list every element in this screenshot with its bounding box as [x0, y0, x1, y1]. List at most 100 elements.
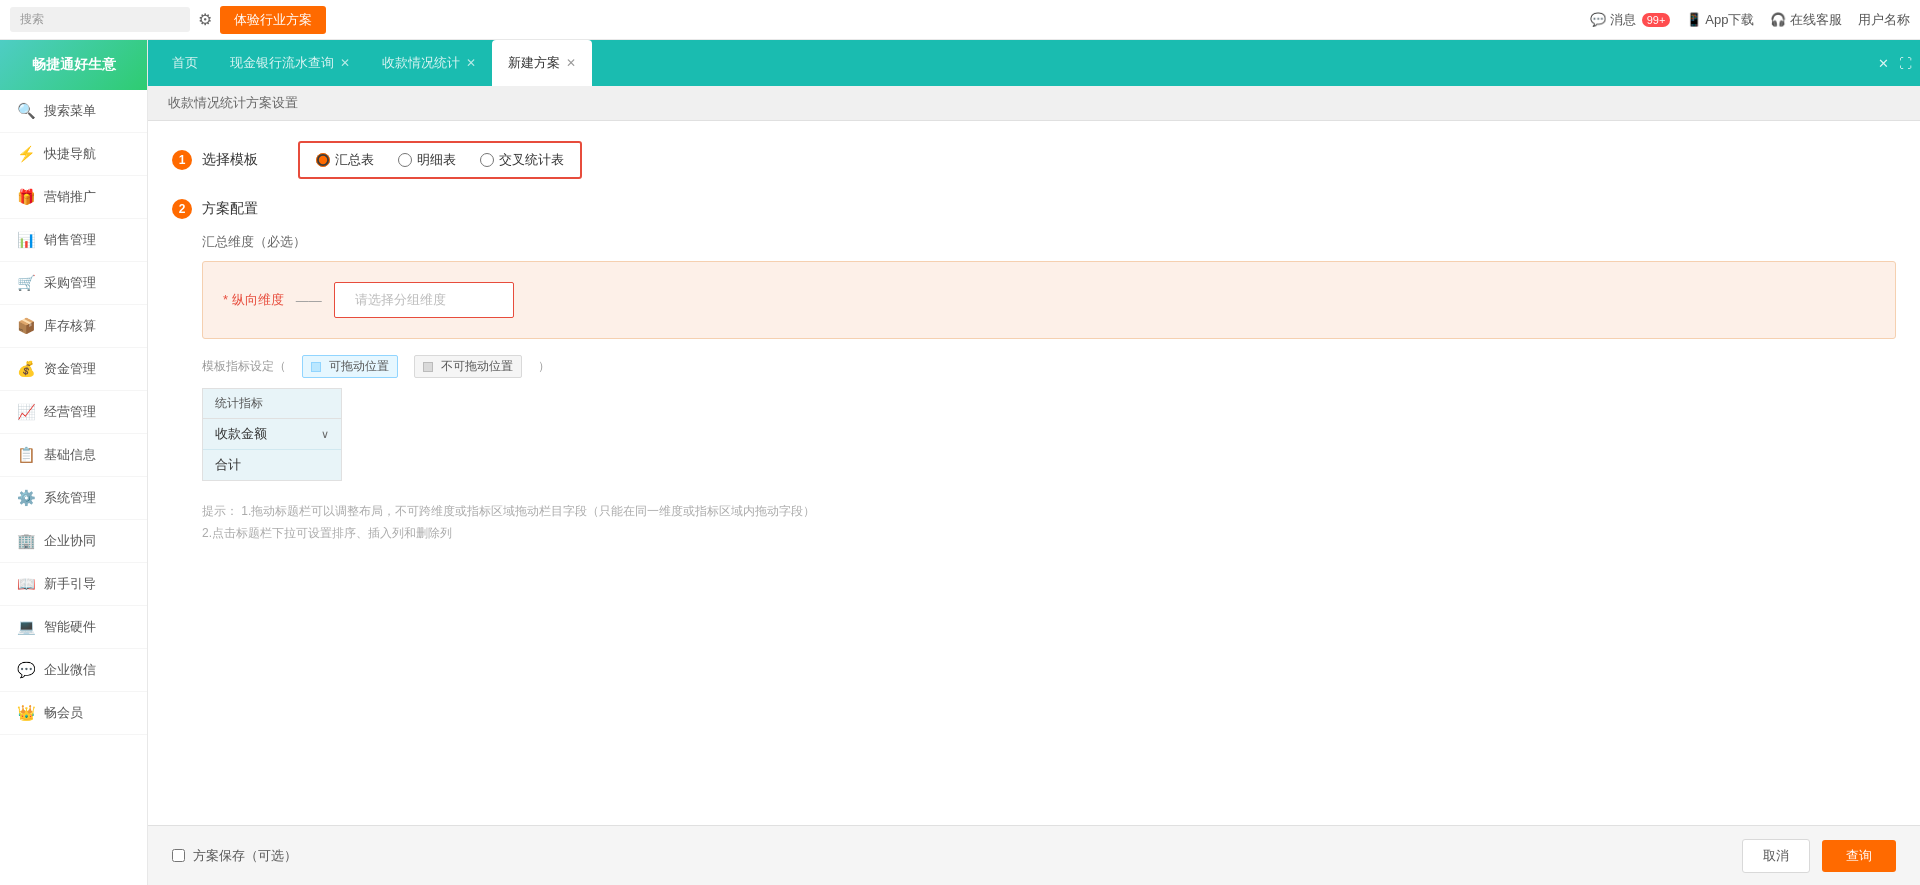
sidebar-label-finance: 资金管理 [44, 360, 96, 378]
sidebar-label-operations: 经营管理 [44, 403, 96, 421]
bottom-bar: 方案保存（可选） 取消 查询 [148, 825, 1920, 885]
operations-icon: 📈 [16, 403, 36, 421]
sidebar-item-quick-nav[interactable]: ⚡ 快捷导航 [0, 133, 147, 176]
tab-fullscreen-icon[interactable]: ⛶ [1899, 56, 1912, 71]
radio-summary[interactable]: 汇总表 [316, 151, 374, 169]
radio-cross-label: 交叉统计表 [499, 151, 564, 169]
top-header: 搜索 ⚙ 体验行业方案 💬 消息 99+ 📱 App下载 🎧 在线客服 用户名称 [0, 0, 1920, 40]
guide-icon: 📖 [16, 575, 36, 593]
movable-label: 可拖动位置 [329, 358, 389, 375]
step1-header: 1 选择模板 汇总表 明细表 [172, 141, 1896, 179]
download-label: App下载 [1705, 12, 1754, 27]
page-title: 收款情况统计方案设置 [168, 95, 298, 110]
radio-detail-input[interactable] [398, 153, 412, 167]
sidebar-item-basic-info[interactable]: 📋 基础信息 [0, 434, 147, 477]
sidebar-item-weixin[interactable]: 💬 企业微信 [0, 649, 147, 692]
sidebar-item-purchase[interactable]: 🛒 采购管理 [0, 262, 147, 305]
member-icon: 👑 [16, 704, 36, 722]
system-icon: ⚙️ [16, 489, 36, 507]
inventory-icon: 📦 [16, 317, 36, 335]
sidebar-item-system[interactable]: ⚙️ 系统管理 [0, 477, 147, 520]
sidebar: 畅捷通好生意 🔍 搜索菜单 ⚡ 快捷导航 🎁 营销推广 📊 销售管理 🛒 采购管… [0, 40, 148, 885]
tab-collection-stats[interactable]: 收款情况统计 ✕ [366, 40, 492, 86]
close-tab-collection-icon[interactable]: ✕ [466, 56, 476, 70]
step2-header: 2 方案配置 [172, 199, 1896, 219]
sidebar-item-inventory[interactable]: 📦 库存核算 [0, 305, 147, 348]
cancel-button[interactable]: 取消 [1742, 839, 1810, 873]
radio-summary-label: 汇总表 [335, 151, 374, 169]
stats-table-row-0[interactable]: 收款金额 ∨ [203, 419, 341, 450]
hardware-icon: 💻 [16, 618, 36, 636]
header-right: 💬 消息 99+ 📱 App下载 🎧 在线客服 用户名称 [1590, 11, 1910, 29]
main-layout: 畅捷通好生意 🔍 搜索菜单 ⚡ 快捷导航 🎁 营销推广 📊 销售管理 🛒 采购管… [0, 40, 1920, 885]
metrics-section-title-prefix: 模板指标设定（ [202, 358, 286, 375]
dimension-section-title: 汇总维度（必选） [202, 233, 1896, 251]
close-tab-new-plan-icon[interactable]: ✕ [566, 56, 576, 70]
top-search-bar[interactable]: 搜索 [10, 7, 190, 32]
sidebar-item-sales[interactable]: 📊 销售管理 [0, 219, 147, 262]
weixin-icon: 💬 [16, 661, 36, 679]
tab-cash-bank-label: 现金银行流水查询 [230, 54, 334, 72]
sidebar-label-search: 搜索菜单 [44, 102, 96, 120]
purchase-icon: 🛒 [16, 274, 36, 292]
notification-item[interactable]: 💬 消息 99+ [1590, 11, 1670, 29]
save-checkbox-row: 方案保存（可选） [172, 847, 297, 865]
user-name[interactable]: 用户名称 [1858, 11, 1910, 29]
tab-home[interactable]: 首页 [156, 40, 214, 86]
stats-cell-label-0: 收款金额 [215, 425, 267, 443]
sidebar-item-guide[interactable]: 📖 新手引导 [0, 563, 147, 606]
tab-bar-right-icons: ✕ ⛶ [1878, 56, 1912, 71]
stats-cell-chevron-0[interactable]: ∨ [321, 428, 329, 441]
tab-cash-bank[interactable]: 现金银行流水查询 ✕ [214, 40, 366, 86]
metrics-section-title-suffix: ） [538, 358, 550, 375]
save-checkbox[interactable] [172, 849, 185, 862]
content-area: 首页 现金银行流水查询 ✕ 收款情况统计 ✕ 新建方案 ✕ ✕ ⛶ 收款情况统计… [148, 40, 1920, 885]
tip-line2: 2.点击标题栏下拉可设置排序、插入列和删除列 [202, 523, 1896, 545]
trial-button[interactable]: 体验行业方案 [220, 6, 326, 34]
finance-icon: 💰 [16, 360, 36, 378]
save-checkbox-label: 方案保存（可选） [193, 847, 297, 865]
dimension-select-input[interactable]: 请选择分组维度 [334, 282, 514, 318]
notification-label: 消息 [1610, 12, 1636, 27]
tab-close-all-icon[interactable]: ✕ [1878, 56, 1889, 71]
page-title-bar: 收款情况统计方案设置 [148, 86, 1920, 121]
sidebar-item-operations[interactable]: 📈 经营管理 [0, 391, 147, 434]
dimension-row-label: * 纵向维度 [223, 291, 284, 309]
dimension-arrow-icon: —— [296, 293, 322, 308]
metrics-hint-row: 模板指标设定（ 可拖动位置 不可拖动位置 ） [202, 355, 1896, 378]
sidebar-label-member: 畅会员 [44, 704, 83, 722]
radio-detail[interactable]: 明细表 [398, 151, 456, 169]
not-movable-label: 不可拖动位置 [441, 358, 513, 375]
settings-icon[interactable]: ⚙ [198, 10, 212, 29]
sidebar-item-finance[interactable]: 💰 资金管理 [0, 348, 147, 391]
radio-detail-label: 明细表 [417, 151, 456, 169]
sidebar-label-guide: 新手引导 [44, 575, 96, 593]
dimension-config-section: 汇总维度（必选） * 纵向维度 —— 请选择分组维度 [172, 233, 1896, 339]
query-button[interactable]: 查询 [1822, 840, 1896, 872]
radio-cross-input[interactable] [480, 153, 494, 167]
step1-section: 1 选择模板 汇总表 明细表 [172, 141, 1896, 179]
enterprise-icon: 🏢 [16, 532, 36, 550]
tab-new-plan-label: 新建方案 [508, 54, 560, 72]
download-item[interactable]: 📱 App下载 [1686, 11, 1754, 29]
sidebar-label-inventory: 库存核算 [44, 317, 96, 335]
not-movable-chip: 不可拖动位置 [414, 355, 522, 378]
basic-info-icon: 📋 [16, 446, 36, 464]
sidebar-item-marketing[interactable]: 🎁 营销推广 [0, 176, 147, 219]
sidebar-item-search-menu[interactable]: 🔍 搜索菜单 [0, 90, 147, 133]
tab-home-label: 首页 [172, 54, 198, 72]
sidebar-item-member[interactable]: 👑 畅会员 [0, 692, 147, 735]
notification-badge: 99+ [1642, 13, 1671, 27]
sidebar-item-enterprise[interactable]: 🏢 企业协同 [0, 520, 147, 563]
sidebar-label-enterprise: 企业协同 [44, 532, 96, 550]
sidebar-item-hardware[interactable]: 💻 智能硬件 [0, 606, 147, 649]
tab-new-plan[interactable]: 新建方案 ✕ [492, 40, 592, 86]
stats-table-total: 合计 [203, 450, 341, 480]
tips-section: 提示： 1.拖动标题栏可以调整布局，不可跨维度或指标区域拖动栏目字段（只能在同一… [202, 501, 1896, 544]
step1-number: 1 [172, 150, 192, 170]
radio-cross[interactable]: 交叉统计表 [480, 151, 564, 169]
radio-summary-input[interactable] [316, 153, 330, 167]
support-item[interactable]: 🎧 在线客服 [1770, 11, 1842, 29]
sidebar-label-purchase: 采购管理 [44, 274, 96, 292]
close-tab-cash-bank-icon[interactable]: ✕ [340, 56, 350, 70]
